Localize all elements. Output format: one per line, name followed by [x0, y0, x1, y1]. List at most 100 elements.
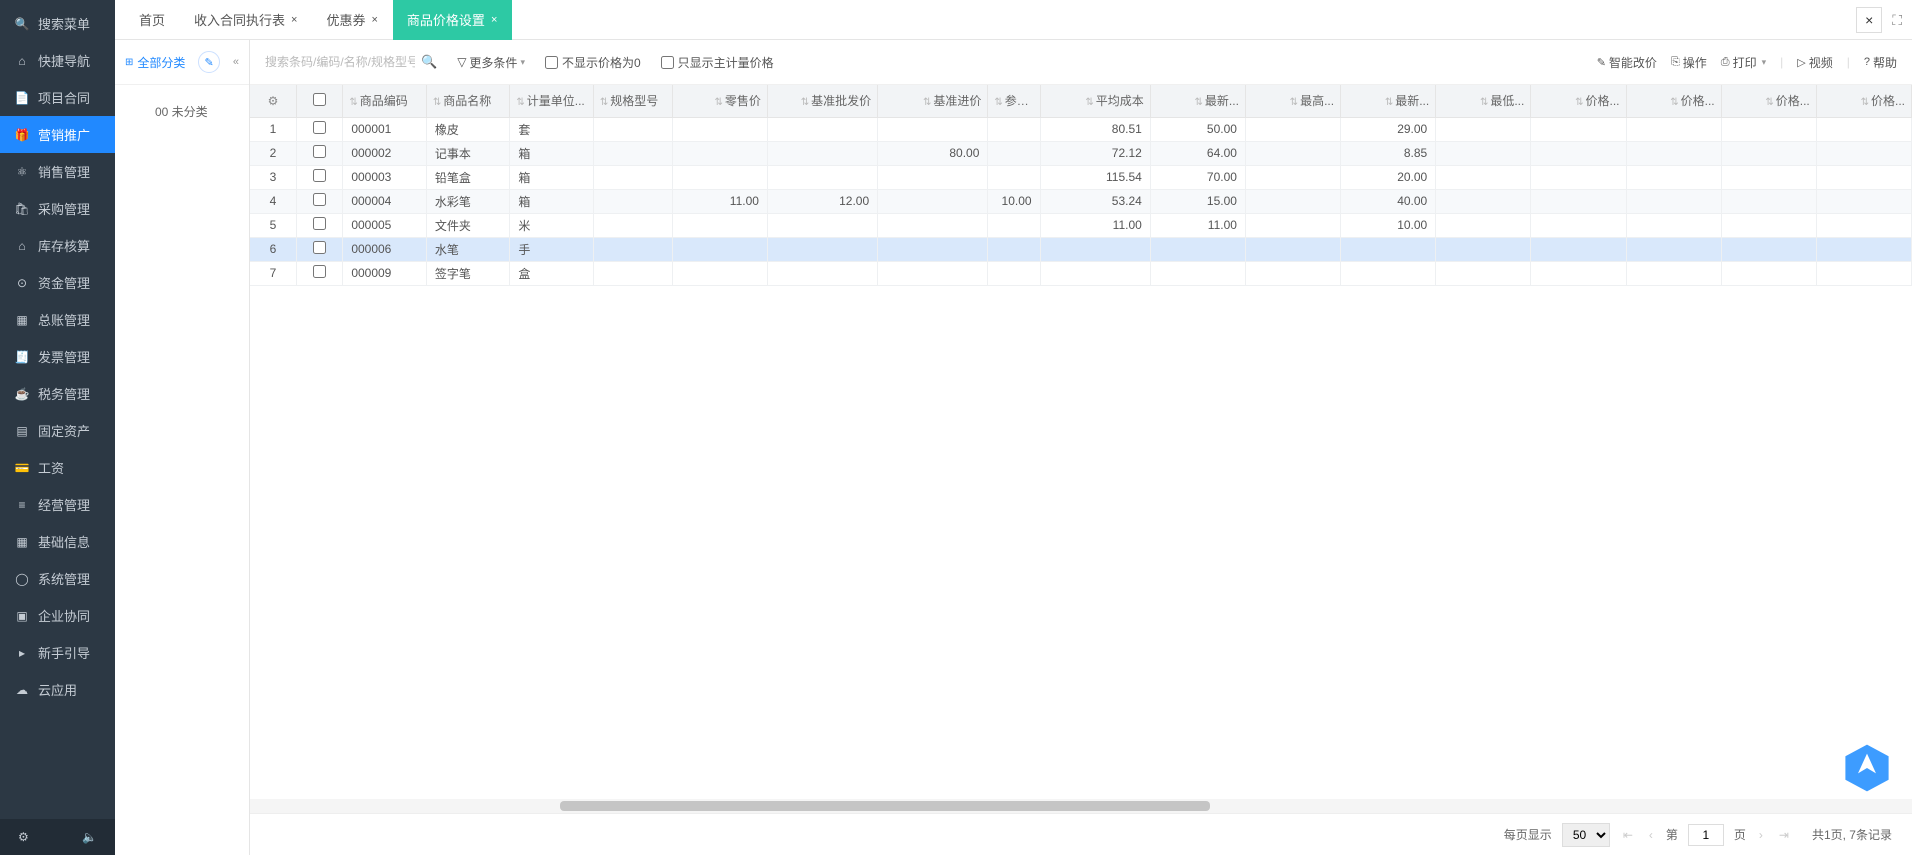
column-header[interactable]	[296, 85, 342, 117]
cell-c3[interactable]	[1341, 261, 1436, 285]
column-header[interactable]: ⇅基准进价	[878, 85, 988, 117]
cell-p2[interactable]	[1626, 141, 1721, 165]
cell-code[interactable]: 000009	[343, 261, 427, 285]
cell-ref[interactable]	[988, 165, 1040, 189]
sort-icon[interactable]: ⇅	[516, 97, 524, 108]
cell-wholesale[interactable]	[767, 213, 877, 237]
cell-p3[interactable]	[1721, 213, 1816, 237]
cell-retail[interactable]	[672, 141, 767, 165]
column-header[interactable]: ⇅计量单位...	[510, 85, 594, 117]
cell-p4[interactable]	[1816, 261, 1911, 285]
cell-p2[interactable]	[1626, 165, 1721, 189]
cell-unit[interactable]: 箱	[510, 141, 594, 165]
cell-name[interactable]: 记事本	[426, 141, 510, 165]
cell-p1[interactable]	[1531, 213, 1626, 237]
column-header[interactable]: ⇅零售价	[672, 85, 767, 117]
cell-avg[interactable]	[1040, 237, 1150, 261]
sidebar-item-cloud[interactable]: ☁云应用	[0, 671, 115, 708]
row-checkbox[interactable]	[313, 121, 326, 134]
cell-p4[interactable]	[1816, 189, 1911, 213]
last-page-button[interactable]: ⇥	[1776, 828, 1792, 842]
cell-code[interactable]: 000005	[343, 213, 427, 237]
cell-p1[interactable]	[1531, 261, 1626, 285]
cell-p1[interactable]	[1531, 141, 1626, 165]
cell-unit[interactable]: 盒	[510, 261, 594, 285]
column-header[interactable]: ⇅价格...	[1816, 85, 1911, 117]
row-checkbox[interactable]	[313, 145, 326, 158]
cell-ref[interactable]	[988, 261, 1040, 285]
cell-name[interactable]: 铅笔盒	[426, 165, 510, 189]
column-header[interactable]: ⇅商品编码	[343, 85, 427, 117]
tab[interactable]: 商品价格设置×	[393, 0, 512, 40]
cell-retail[interactable]	[672, 261, 767, 285]
fullscreen-icon[interactable]: ⛶	[1892, 12, 1902, 29]
category-all-button[interactable]: ⊞ 全部分类	[125, 54, 185, 71]
cell-wholesale[interactable]	[767, 141, 877, 165]
search-input[interactable]	[265, 55, 415, 69]
table-row[interactable]: 7000009签字笔盒	[250, 261, 1912, 285]
column-header[interactable]: ⇅参考...	[988, 85, 1040, 117]
sort-icon[interactable]: ⇅	[1085, 97, 1093, 108]
cell-ref[interactable]	[988, 237, 1040, 261]
cell-ref[interactable]: 10.00	[988, 189, 1040, 213]
cell-purchase[interactable]	[878, 237, 988, 261]
print-button[interactable]: ⎙打印▾	[1721, 54, 1766, 71]
cell-p4[interactable]	[1816, 213, 1911, 237]
cell-c4[interactable]	[1436, 117, 1531, 141]
cell-retail[interactable]: 11.00	[672, 189, 767, 213]
cell-unit[interactable]: 手	[510, 237, 594, 261]
cell-p4[interactable]	[1816, 141, 1911, 165]
cell-c1[interactable]	[1150, 261, 1245, 285]
sound-icon[interactable]: 🔈	[82, 830, 97, 844]
sort-icon[interactable]: ⇅	[1765, 97, 1773, 108]
sidebar-item-house[interactable]: ⌂库存核算	[0, 227, 115, 264]
sidebar-item-search[interactable]: 🔍搜索菜单	[0, 5, 115, 42]
cell-c2[interactable]	[1245, 237, 1340, 261]
cell-p1[interactable]	[1531, 117, 1626, 141]
cell-unit[interactable]: 套	[510, 117, 594, 141]
cell-ref[interactable]	[988, 141, 1040, 165]
sort-icon[interactable]: ⇅	[1195, 97, 1203, 108]
cell-code[interactable]: 000003	[343, 165, 427, 189]
sidebar-item-salary[interactable]: 💳工资	[0, 449, 115, 486]
cell-p3[interactable]	[1721, 189, 1816, 213]
cell-p3[interactable]	[1721, 237, 1816, 261]
close-all-tabs-button[interactable]: ×	[1856, 7, 1882, 33]
cell-c3[interactable]: 20.00	[1341, 165, 1436, 189]
video-button[interactable]: ▷视频	[1797, 54, 1832, 71]
cell-p4[interactable]	[1816, 237, 1911, 261]
cell-wholesale[interactable]	[767, 165, 877, 189]
cell-purchase[interactable]	[878, 165, 988, 189]
sort-icon[interactable]: ⇅	[1670, 97, 1678, 108]
tab[interactable]: 首页	[125, 0, 180, 40]
cell-spec[interactable]	[593, 189, 672, 213]
cell-unit[interactable]: 箱	[510, 189, 594, 213]
cell-ref[interactable]	[988, 213, 1040, 237]
cell-c1[interactable]: 70.00	[1150, 165, 1245, 189]
cell-c2[interactable]	[1245, 141, 1340, 165]
column-header[interactable]: ⇅最高...	[1245, 85, 1340, 117]
sidebar-item-doc[interactable]: 📄项目合同	[0, 79, 115, 116]
column-header[interactable]: ⇅最新...	[1150, 85, 1245, 117]
cell-purchase[interactable]	[878, 117, 988, 141]
cell-c2[interactable]	[1245, 213, 1340, 237]
gear-icon[interactable]: ⚙	[268, 94, 279, 108]
cell-c1[interactable]: 64.00	[1150, 141, 1245, 165]
cell-avg[interactable]	[1040, 261, 1150, 285]
sidebar-item-guide[interactable]: ▸新手引导	[0, 634, 115, 671]
cell-p4[interactable]	[1816, 165, 1911, 189]
horizontal-scrollbar[interactable]	[250, 799, 1912, 813]
cell-c4[interactable]	[1436, 165, 1531, 189]
cell-unit[interactable]: 箱	[510, 165, 594, 189]
cell-code[interactable]: 000004	[343, 189, 427, 213]
sidebar-item-coop[interactable]: ▣企业协同	[0, 597, 115, 634]
row-checkbox[interactable]	[313, 193, 326, 206]
cell-c3[interactable]: 8.85	[1341, 141, 1436, 165]
sort-icon[interactable]: ⇅	[349, 97, 357, 108]
cell-p1[interactable]	[1531, 165, 1626, 189]
cell-purchase[interactable]	[878, 189, 988, 213]
column-header[interactable]: ⇅价格...	[1626, 85, 1721, 117]
tab-close-icon[interactable]: ×	[291, 14, 297, 26]
scrollbar-thumb[interactable]	[560, 801, 1210, 811]
column-header[interactable]: ⇅最低...	[1436, 85, 1531, 117]
